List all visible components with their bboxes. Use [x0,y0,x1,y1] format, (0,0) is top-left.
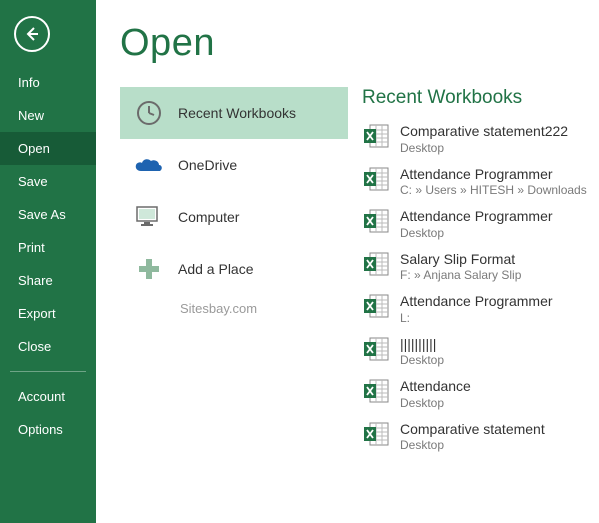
clock-icon [134,98,164,128]
file-name: Salary Slip Format [400,251,521,269]
nav-label: New [18,108,44,123]
places-list: Recent Workbooks OneDrive [120,87,348,523]
excel-file-icon [362,293,390,319]
file-text: Attendance ProgrammerL: [400,293,553,326]
excel-file-icon [362,336,390,362]
place-onedrive[interactable]: OneDrive [120,139,348,191]
excel-file-icon [362,251,390,277]
nav-label: Open [18,141,50,156]
file-path: Desktop [400,438,545,453]
nav-export[interactable]: Export [0,297,96,330]
recent-heading: Recent Workbooks [362,87,591,109]
recent-file-item[interactable]: ||||||||||Desktop [362,336,591,369]
file-name: Attendance Programmer [400,208,553,226]
place-label: Recent Workbooks [178,105,296,121]
place-label: Computer [178,209,239,225]
place-label: OneDrive [178,157,237,173]
nav-label: Print [18,240,45,255]
nav-close[interactable]: Close [0,330,96,363]
file-name: |||||||||| [400,336,444,354]
nav-info[interactable]: Info [0,66,96,99]
place-label: Add a Place [178,261,254,277]
file-path: Desktop [400,396,471,411]
place-computer[interactable]: Computer [120,191,348,243]
nav-label: Close [18,339,51,354]
nav-divider [10,371,86,372]
nav-label: Share [18,273,53,288]
file-text: Comparative statement222Desktop [400,123,568,156]
onedrive-icon [134,150,164,180]
backstage-sidebar: Info New Open Save Save As Print Share E… [0,0,96,523]
nav-save-as[interactable]: Save As [0,198,96,231]
nav-save[interactable]: Save [0,165,96,198]
nav-share[interactable]: Share [0,264,96,297]
file-name: Attendance Programmer [400,293,553,311]
nav-label: Options [18,422,63,437]
back-arrow-icon [24,26,40,42]
file-text: AttendanceDesktop [400,378,471,411]
file-text: Attendance ProgrammerDesktop [400,208,553,241]
excel-file-icon [362,378,390,404]
recent-file-item[interactable]: Comparative statementDesktop [362,421,591,454]
recent-file-item[interactable]: Attendance ProgrammerDesktop [362,208,591,241]
nav-open[interactable]: Open [0,132,96,165]
file-path: Desktop [400,226,553,241]
nav-options[interactable]: Options [0,413,96,446]
nav-label: Export [18,306,56,321]
recent-file-list: Comparative statement222DesktopAttendanc… [362,123,591,453]
recent-panel: Recent Workbooks Comparative statement22… [348,87,591,523]
file-path: C: » Users » HITESH » Downloads [400,183,587,198]
nav-label: Save As [18,207,66,222]
nav-label: Save [18,174,48,189]
file-path: F: » Anjana Salary Slip [400,268,521,283]
excel-file-icon [362,421,390,447]
plus-icon [134,254,164,284]
recent-file-item[interactable]: Attendance ProgrammerC: » Users » HITESH… [362,166,591,199]
page-title: Open [120,22,591,65]
nav-account[interactable]: Account [0,380,96,413]
recent-file-item[interactable]: Salary Slip FormatF: » Anjana Salary Sli… [362,251,591,284]
nav-print[interactable]: Print [0,231,96,264]
file-text: ||||||||||Desktop [400,336,444,369]
recent-file-item[interactable]: Attendance ProgrammerL: [362,293,591,326]
nav-new[interactable]: New [0,99,96,132]
back-button[interactable] [14,16,50,52]
place-recent-workbooks[interactable]: Recent Workbooks [120,87,348,139]
place-add-a-place[interactable]: Add a Place [120,243,348,295]
file-path: L: [400,311,553,326]
file-path: Desktop [400,353,444,368]
file-name: Attendance Programmer [400,166,587,184]
excel-file-icon [362,166,390,192]
file-name: Comparative statement [400,421,545,439]
computer-icon [134,202,164,232]
file-name: Attendance [400,378,471,396]
recent-file-item[interactable]: Comparative statement222Desktop [362,123,591,156]
excel-file-icon [362,123,390,149]
file-text: Attendance ProgrammerC: » Users » HITESH… [400,166,587,199]
open-columns: Recent Workbooks OneDrive [120,87,591,523]
watermark-text: Sitesbay.com [120,301,348,316]
recent-file-item[interactable]: AttendanceDesktop [362,378,591,411]
nav-label: Account [18,389,65,404]
file-name: Comparative statement222 [400,123,568,141]
file-text: Comparative statementDesktop [400,421,545,454]
file-path: Desktop [400,141,568,156]
main-content: Open Recent Workbooks [96,0,599,523]
file-text: Salary Slip FormatF: » Anjana Salary Sli… [400,251,521,284]
nav-label: Info [18,75,40,90]
excel-file-icon [362,208,390,234]
